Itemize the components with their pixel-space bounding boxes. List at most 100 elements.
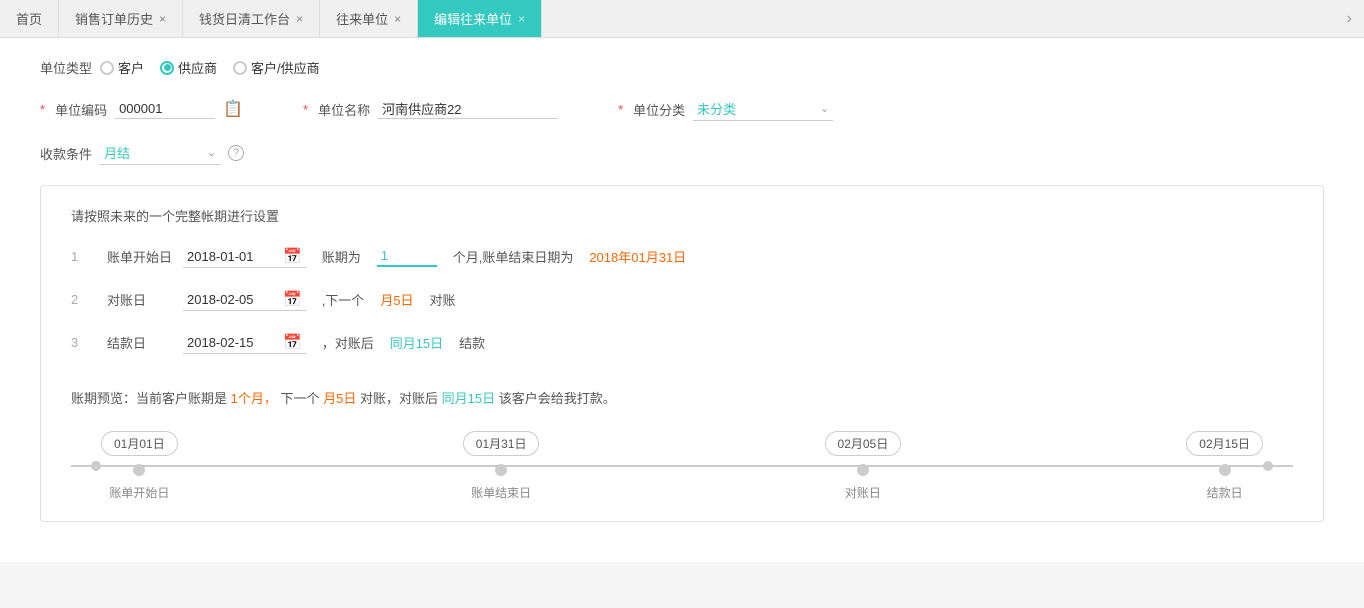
timeline-node-3: 02月15日 结款日	[1186, 431, 1263, 501]
radio-group-unit-type: 客户 供应商 客户/供应商	[100, 58, 320, 77]
radio-customer-circle	[100, 61, 114, 75]
tab-cashier[interactable]: 钱货日清工作台 ×	[183, 0, 320, 37]
node-pill-3: 02月15日	[1186, 431, 1263, 456]
setting-row-3: 3 结款日 📅 ，对账后 同月15日 结款	[71, 331, 1293, 354]
main-content: 单位类型 客户 供应商 客户/供应商 * 单位编码	[0, 38, 1364, 562]
tab-bar: 首页 销售订单历史 × 钱货日清工作台 × 往来单位 × 编辑往来单位 × ›	[0, 0, 1364, 38]
radio-supplier[interactable]: 供应商	[160, 58, 217, 77]
row3-desc-prefix: ，对账后	[322, 333, 374, 352]
close-cashier-icon[interactable]: ×	[296, 12, 303, 26]
node-label-2: 对账日	[845, 484, 881, 501]
tab-partner-label: 往来单位	[336, 9, 388, 28]
unit-type-row: 单位类型 客户 供应商 客户/供应商	[40, 58, 1324, 77]
node-pill-0: 01月01日	[101, 431, 178, 456]
radio-both[interactable]: 客户/供应商	[233, 58, 320, 77]
row-num-2: 2	[71, 292, 91, 307]
node-label-1: 账单结束日	[471, 484, 531, 501]
close-partner-icon[interactable]: ×	[394, 12, 401, 26]
unit-code-field: * 单位编码 📋	[40, 99, 243, 119]
unit-info-row: * 单位编码 📋 * 单位名称 * 单位分类 未分类 ⌄	[40, 97, 1324, 121]
tab-partner[interactable]: 往来单位 ×	[320, 0, 418, 37]
period-input-1[interactable]	[377, 246, 437, 267]
unit-category-field: * 单位分类 未分类 ⌄	[618, 97, 833, 121]
date-input-wrap-3: 📅	[183, 331, 306, 354]
row2-desc-highlight: 月5日	[380, 290, 413, 309]
node-dot-2	[857, 464, 869, 476]
timeline: 01月01日 账单开始日 01月31日 账单结束日 02月05日 对账日	[71, 431, 1293, 501]
date-input-2[interactable]	[187, 292, 277, 307]
row3-desc-suffix: 结款	[459, 333, 485, 352]
tab-home-label: 首页	[16, 9, 42, 28]
node-dot-3	[1219, 464, 1231, 476]
unit-code-copy-icon[interactable]: 📋	[223, 99, 243, 119]
tab-sales-history[interactable]: 销售订单历史 ×	[59, 0, 183, 37]
tab-home[interactable]: 首页	[0, 0, 59, 37]
unit-code-star: *	[40, 102, 45, 117]
help-icon[interactable]: ?	[228, 145, 244, 161]
preview-text: 账期预览：当前客户账期是 1个月， 下一个 月5日 对账，对账后 同月15日 该…	[71, 388, 1293, 407]
row2-desc-prefix: ,下一个	[322, 290, 365, 309]
unit-category-dropdown-icon: ⌄	[820, 102, 829, 115]
unit-category-label: 单位分类	[633, 100, 685, 119]
payment-terms-dropdown-icon: ⌄	[207, 146, 216, 159]
unit-code-label: 单位编码	[55, 100, 107, 119]
radio-supplier-label: 供应商	[178, 58, 217, 77]
unit-category-select[interactable]: 未分类 ⌄	[693, 97, 833, 121]
preview-part2-prefix: 下一个	[281, 391, 320, 406]
unit-category-value: 未分类	[697, 99, 736, 118]
node-dot-1	[495, 464, 507, 476]
row2-desc-suffix: 对账	[430, 290, 456, 309]
close-sales-history-icon[interactable]: ×	[159, 12, 166, 26]
card-title: 请按照未来的一个完整帐期进行设置	[71, 206, 1293, 225]
close-edit-partner-icon[interactable]: ×	[518, 12, 525, 26]
row-num-3: 3	[71, 335, 91, 350]
calendar-icon-2[interactable]: 📅	[283, 290, 302, 308]
radio-supplier-circle	[160, 61, 174, 75]
unit-type-field: 单位类型 客户 供应商 客户/供应商	[40, 58, 320, 77]
preview-section: 账期预览：当前客户账期是 1个月， 下一个 月5日 对账，对账后 同月15日 该…	[71, 374, 1293, 501]
setting-row-2: 2 对账日 📅 ,下一个 月5日 对账	[71, 288, 1293, 311]
unit-name-field: * 单位名称	[303, 99, 558, 119]
preview-part3-suffix: 该客户会给我打款。	[499, 391, 616, 406]
timeline-node-1: 01月31日 账单结束日	[463, 431, 540, 501]
payment-terms-select[interactable]: 月结 ⌄	[100, 141, 220, 165]
node-pill-2: 02月05日	[825, 431, 902, 456]
row-type-1: 账单开始日	[107, 247, 167, 266]
timeline-node-2: 02月05日 对账日	[825, 431, 902, 501]
radio-both-label: 客户/供应商	[251, 58, 320, 77]
timeline-nodes: 01月01日 账单开始日 01月31日 账单结束日 02月05日 对账日	[101, 431, 1263, 501]
period-unit-1: 个月,账单结束日期为	[453, 247, 574, 266]
settings-card: 请按照未来的一个完整帐期进行设置 1 账单开始日 📅 账期为 个月,账单结束日期…	[40, 185, 1324, 522]
unit-code-input[interactable]	[115, 99, 215, 119]
setting-row-1: 1 账单开始日 📅 账期为 个月,账单结束日期为 2018年01月31日	[71, 245, 1293, 268]
payment-terms-row: 收款条件 月结 ⌄ ?	[40, 141, 1324, 165]
radio-customer[interactable]: 客户	[100, 58, 144, 77]
preview-part2-highlight: 月5日	[323, 391, 356, 406]
unit-name-label: 单位名称	[318, 100, 370, 119]
preview-part2-suffix: 对账，对账后	[360, 391, 438, 406]
node-dot-0	[133, 464, 145, 476]
payment-terms-field: 收款条件 月结 ⌄ ?	[40, 141, 244, 165]
row3-desc-highlight: 同月15日	[390, 333, 443, 352]
date-input-3[interactable]	[187, 335, 277, 350]
period-label-1: 账期为	[322, 247, 361, 266]
row-type-2: 对账日	[107, 290, 167, 309]
calendar-icon-3[interactable]: 📅	[283, 333, 302, 351]
date-input-wrap-1: 📅	[183, 245, 306, 268]
node-label-3: 结款日	[1207, 484, 1243, 501]
payment-terms-value: 月结	[104, 143, 130, 162]
row-num-1: 1	[71, 249, 91, 264]
radio-both-circle	[233, 61, 247, 75]
tab-cashier-label: 钱货日清工作台	[199, 9, 290, 28]
expand-tabs-button[interactable]: ›	[1335, 0, 1364, 37]
date-input-wrap-2: 📅	[183, 288, 306, 311]
tab-edit-partner[interactable]: 编辑往来单位 ×	[418, 0, 542, 37]
period-end-date-1: 2018年01月31日	[589, 247, 686, 266]
unit-name-input[interactable]	[378, 99, 558, 119]
calendar-icon-1[interactable]: 📅	[283, 247, 302, 265]
unit-type-label: 单位类型	[40, 58, 92, 77]
unit-category-star: *	[618, 102, 623, 117]
node-pill-1: 01月31日	[463, 431, 540, 456]
preview-part3-highlight: 同月15日	[442, 391, 495, 406]
date-input-1[interactable]	[187, 249, 277, 264]
